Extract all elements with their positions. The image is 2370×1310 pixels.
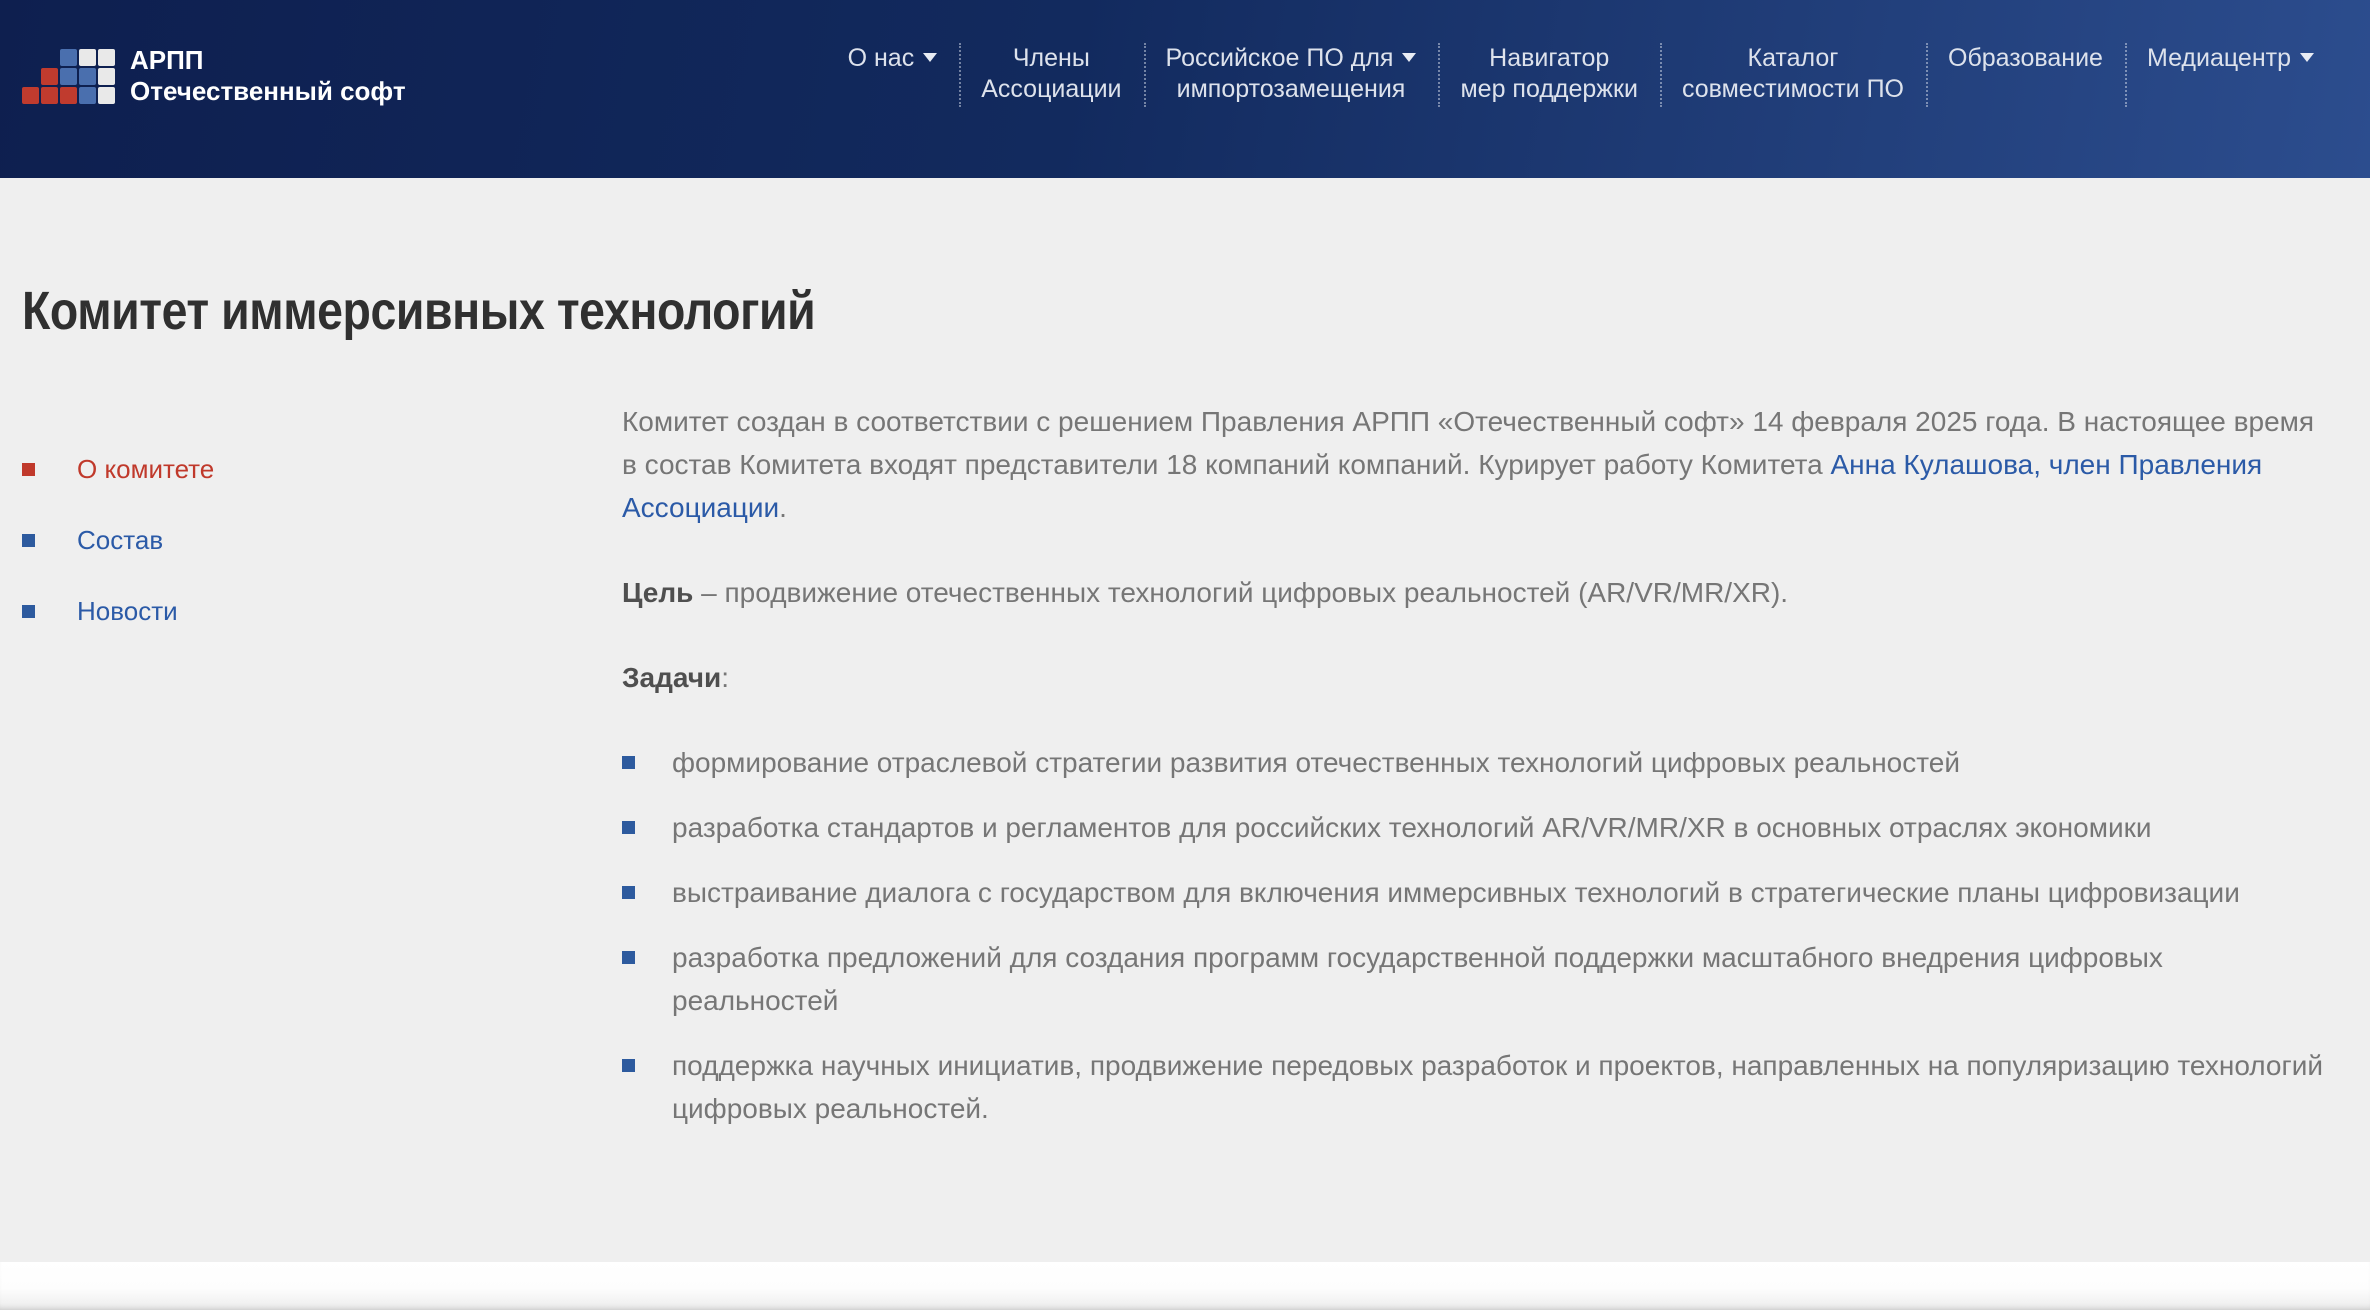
- square-bullet-icon: [22, 534, 35, 547]
- tasks-label: Задачи: [622, 662, 722, 693]
- list-item: формирование отраслевой стратегии развит…: [622, 741, 2334, 784]
- site-logo[interactable]: АРПП Отечественный софт: [22, 45, 406, 107]
- logo-line1: АРПП: [130, 45, 204, 75]
- nav-item-label: Члены: [1012, 44, 1090, 72]
- sidebar-item-members[interactable]: Состав: [22, 525, 622, 556]
- logo-square: [79, 86, 96, 104]
- chevron-down-icon: [923, 52, 938, 62]
- goal-label: Цель: [622, 577, 694, 608]
- logo-square: [60, 67, 77, 85]
- nav-item-label: Навигатор: [1489, 44, 1610, 72]
- logo-square: [60, 86, 77, 104]
- page-content: Комитет иммерсивных технологий О комитет…: [0, 280, 2370, 1152]
- task-text: разработка предложений для создания прог…: [672, 942, 2163, 1016]
- logo-square: [22, 49, 39, 66]
- logo-square: [79, 67, 96, 85]
- nav-item-russian-software[interactable]: Российское ПО для импортозамещения: [1143, 43, 1439, 109]
- nav-item-media-center[interactable]: Медиацентр: [2124, 43, 2336, 109]
- nav-item-label-line2: совместимости ПО: [1681, 75, 1904, 103]
- nav-item-compatibility-catalog[interactable]: Каталог совместимости ПО: [1659, 43, 1926, 109]
- tasks-list: формирование отраслевой стратегии развит…: [622, 741, 2334, 1130]
- nav-item-label: Образование: [1948, 44, 2103, 72]
- nav-item-label-line2: Ассоциации: [981, 75, 1122, 103]
- footer-strip: [0, 1262, 2370, 1310]
- intro-text-end: .: [779, 492, 787, 523]
- square-bullet-icon: [22, 605, 35, 618]
- task-text: формирование отраслевой стратегии развит…: [672, 747, 1960, 778]
- goal-paragraph: Цель – продвижение отечественных техноло…: [622, 571, 2334, 614]
- list-item: поддержка научных инициатив, продвижение…: [622, 1044, 2334, 1130]
- chevron-down-icon: [2300, 52, 2314, 62]
- logo-square: [98, 86, 115, 104]
- committee-sidebar: О комитете Состав Новости: [22, 400, 622, 1152]
- nav-item-label-line2: мер поддержки: [1460, 75, 1638, 103]
- page-title: Комитет иммерсивных технологий: [22, 281, 816, 341]
- nav-item-label-line2: импортозамещения: [1176, 75, 1406, 103]
- logo-square: [98, 67, 115, 85]
- sidebar-item-label: Новости: [77, 596, 178, 626]
- square-bullet-icon: [622, 821, 635, 834]
- sidebar-item-news[interactable]: Новости: [22, 596, 622, 627]
- chevron-down-icon: [1402, 52, 1417, 62]
- content-row: О комитете Состав Новости Комитет создан…: [22, 400, 2334, 1152]
- committee-description: Комитет создан в соответствии с решением…: [622, 400, 2334, 1152]
- sidebar-item-about-committee[interactable]: О комитете: [22, 454, 622, 485]
- logo-line2: Отечественный софт: [130, 76, 406, 106]
- task-text: выстраивание диалога с государством для …: [672, 877, 2240, 908]
- nav-item-label: Медиацентр: [2146, 44, 2291, 72]
- logo-square: [22, 86, 39, 104]
- nav-item-label: Российское ПО для: [1165, 44, 1394, 72]
- logo-square: [60, 48, 77, 66]
- logo-square: [98, 48, 115, 66]
- tasks-heading: Задачи:: [622, 656, 2334, 699]
- sidebar-item-label: Состав: [77, 525, 164, 555]
- square-bullet-icon: [22, 463, 35, 476]
- main-nav: О нас Члены Ассоциации Российское ПО для…: [826, 43, 2336, 109]
- tasks-colon: :: [721, 662, 730, 693]
- intro-paragraph: Комитет создан в соответствии с решением…: [622, 400, 2334, 529]
- nav-item-support-navigator[interactable]: Навигатор мер поддержки: [1438, 43, 1659, 109]
- logo-square: [79, 48, 96, 66]
- square-bullet-icon: [622, 951, 635, 964]
- task-text: разработка стандартов и регламентов для …: [672, 812, 2152, 843]
- square-bullet-icon: [622, 886, 635, 899]
- nav-item-members[interactable]: Члены Ассоциации: [959, 43, 1143, 109]
- nav-item-education[interactable]: Образование: [1926, 43, 2125, 109]
- nav-item-label: О нас: [847, 44, 915, 72]
- square-bullet-icon: [622, 756, 635, 769]
- logo-squares-icon: [22, 48, 115, 104]
- logo-square: [22, 68, 39, 85]
- logo-square: [41, 86, 58, 104]
- list-item: разработка стандартов и регламентов для …: [622, 806, 2334, 849]
- logo-square: [41, 67, 58, 85]
- logo-square: [41, 49, 58, 66]
- site-header: АРПП Отечественный софт О нас Члены Ассо…: [0, 0, 2370, 178]
- list-item: выстраивание диалога с государством для …: [622, 871, 2334, 914]
- sidebar-item-label: О комитете: [77, 454, 215, 484]
- nav-item-about[interactable]: О нас: [826, 43, 960, 109]
- goal-text: – продвижение отечественных технологий ц…: [693, 577, 1789, 608]
- logo-text: АРПП Отечественный софт: [130, 45, 406, 107]
- task-text: поддержка научных инициатив, продвижение…: [672, 1050, 2323, 1124]
- square-bullet-icon: [622, 1059, 635, 1072]
- nav-item-label: Каталог: [1747, 44, 1839, 72]
- list-item: разработка предложений для создания прог…: [622, 936, 2334, 1022]
